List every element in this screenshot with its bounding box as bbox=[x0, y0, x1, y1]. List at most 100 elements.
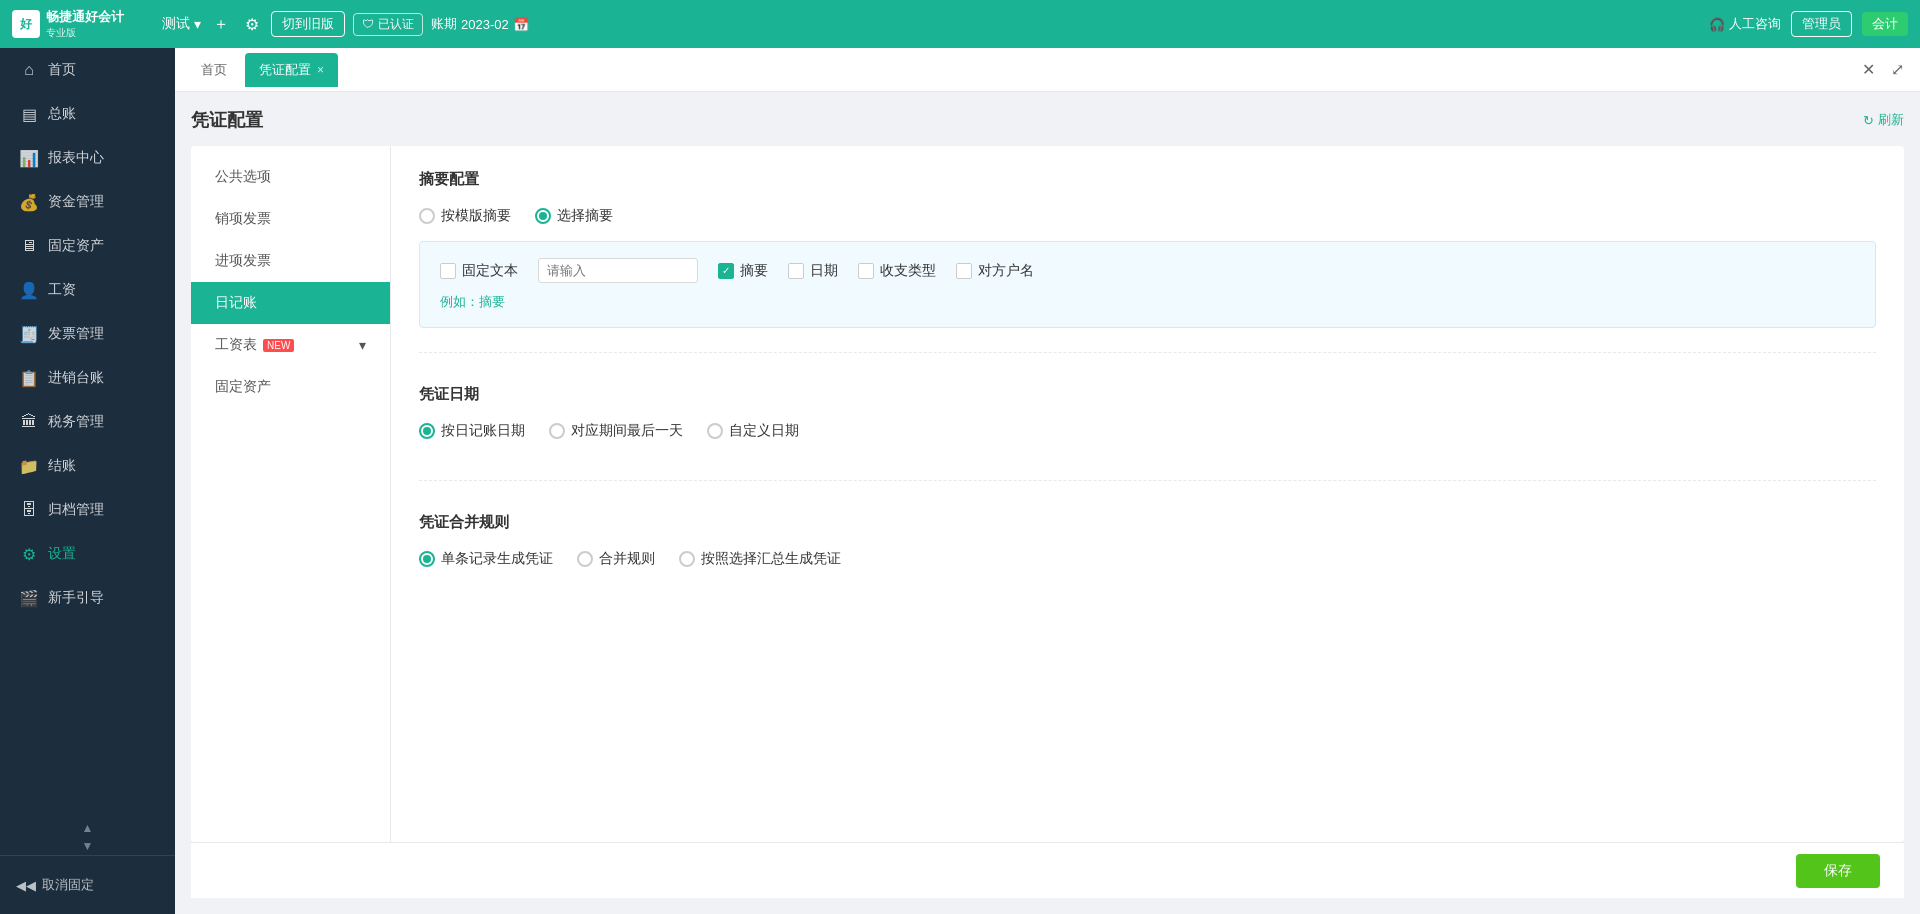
sidebar-label-settings: 设置 bbox=[48, 545, 76, 563]
left-nav-fixed-assets[interactable]: 固定资产 bbox=[191, 366, 390, 408]
checkbox-counterpart[interactable]: 对方户名 bbox=[956, 262, 1034, 280]
left-nav-sales-invoice[interactable]: 销项发票 bbox=[191, 198, 390, 240]
radio-label-single-record: 单条记录生成凭证 bbox=[441, 550, 553, 568]
sidebar-label-archive: 归档管理 bbox=[48, 501, 104, 519]
section-summary-config: 摘要配置 按模版摘要 选择摘要 bbox=[419, 170, 1876, 353]
sidebar-item-fixed-assets[interactable]: 🖥 固定资产 bbox=[0, 224, 175, 268]
tax-icon: 🏛 bbox=[20, 413, 38, 431]
logo: 好 畅捷通好会计 专业版 bbox=[12, 8, 152, 40]
radio-circle-single-record bbox=[419, 551, 435, 567]
role-button[interactable]: 会计 bbox=[1862, 12, 1908, 36]
sidebar-label-guide: 新手引导 bbox=[48, 589, 104, 607]
service-button[interactable]: 🎧 人工咨询 bbox=[1709, 15, 1781, 33]
checkbox-label-counterpart: 对方户名 bbox=[978, 262, 1034, 280]
tab-actions: ✕ ⤢ bbox=[1858, 56, 1908, 83]
fixed-text-input[interactable] bbox=[538, 258, 698, 283]
guide-icon: 🎬 bbox=[20, 589, 38, 607]
radio-label-merge-rule: 合并规则 bbox=[599, 550, 655, 568]
capital-icon: 💰 bbox=[20, 193, 38, 211]
project-selector[interactable]: 测试 ▾ bbox=[162, 15, 201, 33]
save-bar: 保存 bbox=[191, 842, 1904, 898]
invoice-icon: 🧾 bbox=[20, 325, 38, 343]
radio-aggregate[interactable]: 按照选择汇总生成凭证 bbox=[679, 550, 841, 568]
logo-sub-text: 专业版 bbox=[46, 26, 124, 40]
checkbox-pay-type[interactable]: 收支类型 bbox=[858, 262, 936, 280]
home-icon: ⌂ bbox=[20, 61, 38, 79]
page-header: 凭证配置 ↻ 刷新 bbox=[191, 108, 1904, 132]
sidebar-item-home[interactable]: ⌂ 首页 bbox=[0, 48, 175, 92]
settings-icon[interactable]: ⚙ bbox=[241, 11, 263, 38]
close-button[interactable]: ✕ bbox=[1858, 56, 1879, 83]
radio-select-summary[interactable]: 选择摘要 bbox=[535, 207, 613, 225]
sidebar-label-invoice: 发票管理 bbox=[48, 325, 104, 343]
left-nav-public[interactable]: 公共选项 bbox=[191, 156, 390, 198]
main-layout: ⌂ 首页 ▤ 总账 📊 报表中心 💰 资金管理 🖥 固定资产 👤 工资 bbox=[0, 48, 1920, 914]
tab-voucher-config[interactable]: 凭证配置 × bbox=[245, 53, 338, 87]
sidebar-item-invoice[interactable]: 🧾 发票管理 bbox=[0, 312, 175, 356]
user-button[interactable]: 管理员 bbox=[1791, 11, 1852, 37]
sidebar-item-tax[interactable]: 🏛 税务管理 bbox=[0, 400, 175, 444]
sidebar-label-home: 首页 bbox=[48, 61, 76, 79]
sidebar-item-reports[interactable]: 📊 报表中心 bbox=[0, 136, 175, 180]
sidebar-item-close[interactable]: 📁 结账 bbox=[0, 444, 175, 488]
settings-gear-icon: ⚙ bbox=[20, 545, 38, 563]
sidebar-item-sales-ledger[interactable]: 📋 进销台账 bbox=[0, 356, 175, 400]
radio-template-summary[interactable]: 按模版摘要 bbox=[419, 207, 511, 225]
left-nav-journal[interactable]: 日记账 bbox=[191, 282, 390, 324]
checkbox-label-pay-type: 收支类型 bbox=[880, 262, 936, 280]
refresh-button[interactable]: ↻ 刷新 bbox=[1863, 111, 1904, 129]
radio-single-record[interactable]: 单条记录生成凭证 bbox=[419, 550, 553, 568]
summary-checkbox-area: 固定文本 摘要 日期 bbox=[419, 241, 1876, 328]
tab-close-icon[interactable]: × bbox=[317, 63, 324, 77]
radio-custom-date[interactable]: 自定义日期 bbox=[707, 422, 799, 440]
left-nav-purchase-invoice[interactable]: 进项发票 bbox=[191, 240, 390, 282]
right-content: 摘要配置 按模版摘要 选择摘要 bbox=[391, 146, 1904, 842]
radio-journal-date[interactable]: 按日记账日期 bbox=[419, 422, 525, 440]
calendar-icon[interactable]: 📅 bbox=[513, 17, 529, 32]
sidebar-item-payroll[interactable]: 👤 工资 bbox=[0, 268, 175, 312]
save-button[interactable]: 保存 bbox=[1796, 854, 1880, 888]
sidebar-item-ledger[interactable]: ▤ 总账 bbox=[0, 92, 175, 136]
checkbox-fixed-text[interactable]: 固定文本 bbox=[440, 262, 518, 280]
ledger-icon: ▤ bbox=[20, 105, 38, 123]
sidebar-item-guide[interactable]: 🎬 新手引导 bbox=[0, 576, 175, 620]
left-nav-payroll-table[interactable]: 工资表 NEW ▾ bbox=[191, 324, 390, 366]
checkbox-date[interactable]: 日期 bbox=[788, 262, 838, 280]
radio-last-day[interactable]: 对应期间最后一天 bbox=[549, 422, 683, 440]
scroll-down-icon[interactable]: ▼ bbox=[82, 837, 94, 855]
scroll-up-icon[interactable]: ▲ bbox=[82, 819, 94, 837]
topbar: 好 畅捷通好会计 专业版 测试 ▾ ＋ ⚙ 切到旧版 🛡 已认证 账期 2023… bbox=[0, 0, 1920, 48]
merge-radio-group: 单条记录生成凭证 合并规则 按照选择汇总生成凭证 bbox=[419, 550, 1876, 568]
checkbox-box-pay-type bbox=[858, 263, 874, 279]
sidebar-scroll-arrows: ▲ ▼ bbox=[0, 819, 175, 855]
checkbox-box-summary bbox=[718, 263, 734, 279]
tab-home[interactable]: 首页 bbox=[187, 53, 241, 87]
chevron-right-icon: ▾ bbox=[359, 337, 366, 353]
section-date-title: 凭证日期 bbox=[419, 385, 1876, 404]
switch-version-button[interactable]: 切到旧版 bbox=[271, 11, 345, 37]
fixed-assets-icon: 🖥 bbox=[20, 237, 38, 255]
sidebar-label-tax: 税务管理 bbox=[48, 413, 104, 431]
sidebar-label-capital: 资金管理 bbox=[48, 193, 104, 211]
checkbox-box-date bbox=[788, 263, 804, 279]
add-button[interactable]: ＋ bbox=[209, 10, 233, 39]
sidebar-item-archive[interactable]: 🗄 归档管理 bbox=[0, 488, 175, 532]
inner-layout: 公共选项 销项发票 进项发票 日记账 工资表 NEW bbox=[191, 146, 1904, 842]
checkbox-box-counterpart bbox=[956, 263, 972, 279]
sidebar-scroll: ⌂ 首页 ▤ 总账 📊 报表中心 💰 资金管理 🖥 固定资产 👤 工资 bbox=[0, 48, 175, 819]
content-area: 首页 凭证配置 × ✕ ⤢ 凭证配置 ↻ 刷新 bbox=[175, 48, 1920, 914]
checkbox-label-fixed-text: 固定文本 bbox=[462, 262, 518, 280]
radio-merge-rule[interactable]: 合并规则 bbox=[577, 550, 655, 568]
expand-button[interactable]: ⤢ bbox=[1887, 56, 1908, 83]
refresh-icon: ↻ bbox=[1863, 113, 1874, 128]
section-merge-title: 凭证合并规则 bbox=[419, 513, 1876, 532]
radio-circle-merge-rule bbox=[577, 551, 593, 567]
cancel-fixed-button[interactable]: ◀◀ 取消固定 bbox=[0, 866, 175, 904]
radio-label-journal-date: 按日记账日期 bbox=[441, 422, 525, 440]
sidebar-item-capital[interactable]: 💰 资金管理 bbox=[0, 180, 175, 224]
checkbox-summary[interactable]: 摘要 bbox=[718, 262, 768, 280]
sidebar-item-settings[interactable]: ⚙ 设置 bbox=[0, 532, 175, 576]
certified-badge: 🛡 已认证 bbox=[353, 13, 423, 36]
radio-label-select: 选择摘要 bbox=[557, 207, 613, 225]
topbar-center: 测试 ▾ ＋ ⚙ 切到旧版 🛡 已认证 账期 2023-02 📅 bbox=[162, 10, 1699, 39]
